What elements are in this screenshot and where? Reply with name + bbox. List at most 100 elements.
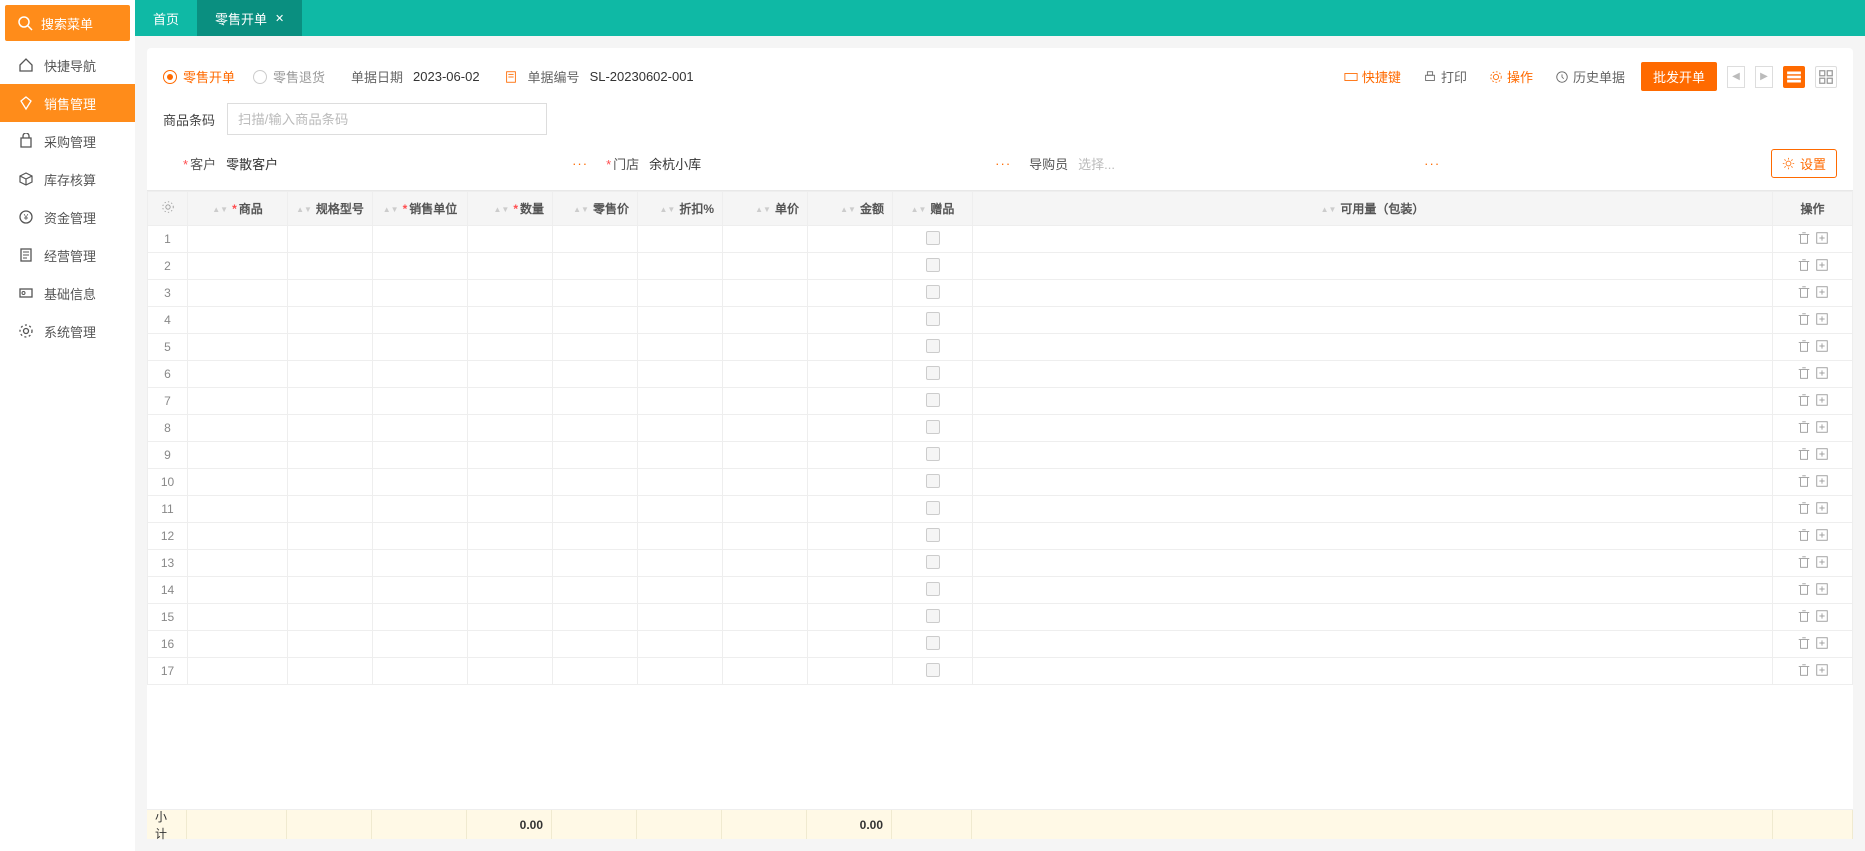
cell-available[interactable]	[973, 334, 1773, 361]
history-link[interactable]: 历史单据	[1549, 67, 1631, 86]
cell-spec[interactable]	[288, 631, 373, 658]
cell-unit[interactable]	[373, 604, 468, 631]
cell-unit[interactable]	[373, 334, 468, 361]
cell-qty[interactable]	[468, 253, 553, 280]
cell-spec[interactable]	[288, 496, 373, 523]
cell-available[interactable]	[973, 469, 1773, 496]
cell-price[interactable]	[723, 658, 808, 685]
cell-amount[interactable]	[808, 523, 893, 550]
cell-spec[interactable]	[288, 280, 373, 307]
delete-icon[interactable]	[1797, 312, 1811, 326]
col-unit[interactable]: ▲▼*销售单位	[373, 192, 468, 226]
cell-unit[interactable]	[373, 280, 468, 307]
cell-discount[interactable]	[638, 577, 723, 604]
checkbox-icon[interactable]	[926, 447, 940, 461]
cell-retail[interactable]	[553, 280, 638, 307]
add-row-icon[interactable]	[1815, 420, 1829, 434]
checkbox-icon[interactable]	[926, 420, 940, 434]
add-row-icon[interactable]	[1815, 528, 1829, 542]
cell-discount[interactable]	[638, 658, 723, 685]
delete-icon[interactable]	[1797, 420, 1811, 434]
cell-gift[interactable]	[893, 334, 973, 361]
cell-retail[interactable]	[553, 388, 638, 415]
cell-amount[interactable]	[808, 388, 893, 415]
cell-qty[interactable]	[468, 577, 553, 604]
cell-available[interactable]	[973, 577, 1773, 604]
cell-discount[interactable]	[638, 361, 723, 388]
cell-product[interactable]	[188, 631, 288, 658]
col-price[interactable]: ▲▼单价	[723, 192, 808, 226]
cell-price[interactable]	[723, 604, 808, 631]
cell-qty[interactable]	[468, 307, 553, 334]
settings-button[interactable]: 设置	[1771, 149, 1837, 178]
sidebar-item-1[interactable]: 销售管理	[0, 84, 135, 122]
cell-unit[interactable]	[373, 577, 468, 604]
cell-price[interactable]	[723, 334, 808, 361]
cell-spec[interactable]	[288, 604, 373, 631]
cell-available[interactable]	[973, 388, 1773, 415]
cell-discount[interactable]	[638, 442, 723, 469]
cell-gift[interactable]	[893, 226, 973, 253]
cell-price[interactable]	[723, 226, 808, 253]
delete-icon[interactable]	[1797, 555, 1811, 569]
cell-amount[interactable]	[808, 415, 893, 442]
sidebar-item-4[interactable]: ¥资金管理	[0, 198, 135, 236]
checkbox-icon[interactable]	[926, 582, 940, 596]
delete-icon[interactable]	[1797, 528, 1811, 542]
cell-spec[interactable]	[288, 415, 373, 442]
add-row-icon[interactable]	[1815, 366, 1829, 380]
sidebar-item-5[interactable]: 经营管理	[0, 236, 135, 274]
add-row-icon[interactable]	[1815, 312, 1829, 326]
delete-icon[interactable]	[1797, 636, 1811, 650]
checkbox-icon[interactable]	[926, 528, 940, 542]
cell-qty[interactable]	[468, 334, 553, 361]
table-row[interactable]: 16	[148, 631, 1853, 658]
table-row[interactable]: 6	[148, 361, 1853, 388]
add-row-icon[interactable]	[1815, 582, 1829, 596]
cell-retail[interactable]	[553, 550, 638, 577]
cell-qty[interactable]	[468, 658, 553, 685]
cell-spec[interactable]	[288, 226, 373, 253]
cell-unit[interactable]	[373, 658, 468, 685]
sidebar-item-6[interactable]: 基础信息	[0, 274, 135, 312]
cell-gift[interactable]	[893, 307, 973, 334]
cell-price[interactable]	[723, 469, 808, 496]
cell-spec[interactable]	[288, 253, 373, 280]
cell-qty[interactable]	[468, 523, 553, 550]
table-row[interactable]: 1	[148, 226, 1853, 253]
cell-unit[interactable]	[373, 496, 468, 523]
checkbox-icon[interactable]	[926, 258, 940, 272]
cell-discount[interactable]	[638, 415, 723, 442]
cell-available[interactable]	[973, 415, 1773, 442]
add-row-icon[interactable]	[1815, 258, 1829, 272]
layout-toggle-a[interactable]	[1783, 66, 1805, 88]
tab-1[interactable]: 零售开单✕	[197, 0, 302, 36]
cell-product[interactable]	[188, 469, 288, 496]
cell-spec[interactable]	[288, 658, 373, 685]
checkbox-icon[interactable]	[926, 285, 940, 299]
checkbox-icon[interactable]	[926, 663, 940, 677]
cell-unit[interactable]	[373, 253, 468, 280]
add-row-icon[interactable]	[1815, 393, 1829, 407]
prev-button[interactable]: ◀	[1727, 66, 1745, 88]
col-discount[interactable]: ▲▼折扣%	[638, 192, 723, 226]
cell-retail[interactable]	[553, 361, 638, 388]
store-more-icon[interactable]: ···	[989, 156, 1017, 171]
checkbox-icon[interactable]	[926, 366, 940, 380]
cell-available[interactable]	[973, 631, 1773, 658]
cell-gift[interactable]	[893, 631, 973, 658]
cell-product[interactable]	[188, 442, 288, 469]
add-row-icon[interactable]	[1815, 285, 1829, 299]
cell-qty[interactable]	[468, 550, 553, 577]
radio-0[interactable]: 零售开单	[163, 67, 235, 86]
col-qty[interactable]: ▲▼*数量	[468, 192, 553, 226]
add-row-icon[interactable]	[1815, 231, 1829, 245]
delete-icon[interactable]	[1797, 285, 1811, 299]
cell-spec[interactable]	[288, 550, 373, 577]
cell-gift[interactable]	[893, 604, 973, 631]
cell-discount[interactable]	[638, 523, 723, 550]
cell-spec[interactable]	[288, 361, 373, 388]
operate-link[interactable]: 操作	[1483, 67, 1539, 86]
cell-retail[interactable]	[553, 334, 638, 361]
cell-amount[interactable]	[808, 442, 893, 469]
